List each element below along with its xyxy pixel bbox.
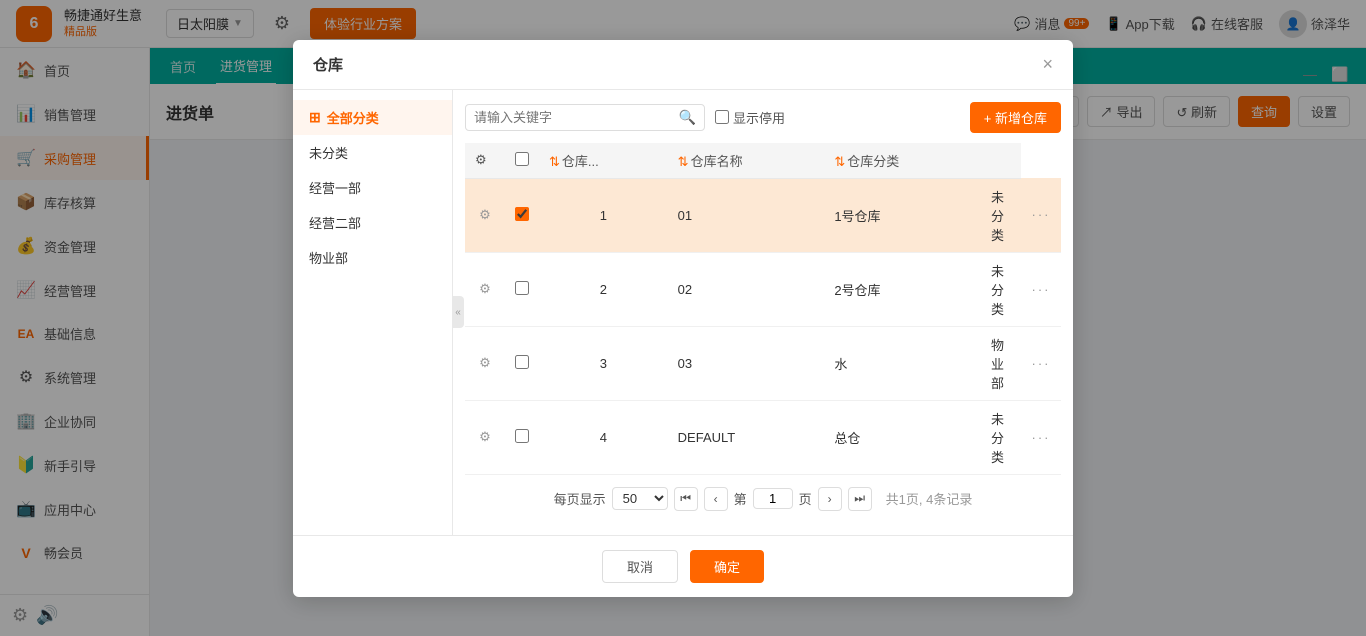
prev-page-button[interactable]: ‹	[704, 487, 728, 511]
category-collapse-button[interactable]: «	[452, 296, 464, 328]
row-category: 未分类	[981, 400, 1021, 474]
main-layout: 🏠 首页 📊 销售管理 🛒 采购管理 📦 库存核算 💰 资金管理 📈 经营管理 …	[0, 48, 1366, 636]
confirm-button[interactable]: 确定	[690, 550, 764, 583]
col-check-header	[505, 143, 539, 179]
table-area: 🔍 显示停用 + 新增仓库 ⚙	[453, 90, 1073, 535]
category-property[interactable]: 物业部	[293, 240, 452, 275]
page-label: 第	[734, 489, 747, 508]
row-code: 02	[668, 252, 825, 326]
table-row[interactable]: ⚙ 4 DEFAULT 总仓 未分类 ···	[465, 400, 1061, 474]
modal-header: 仓库 ×	[293, 48, 1073, 90]
row-actions[interactable]: ···	[1021, 178, 1061, 252]
row-checkbox-cell	[505, 178, 539, 252]
search-icon[interactable]: 🔍	[679, 109, 696, 126]
table-row[interactable]: ⚙ 1 01 1号仓库 未分类 ···	[465, 178, 1061, 252]
add-warehouse-button[interactable]: + 新增仓库	[970, 102, 1061, 133]
row-checkbox[interactable]	[515, 281, 529, 295]
col-category-header: ⇅仓库分类	[824, 143, 981, 179]
per-page-select[interactable]: 50 20 100	[612, 487, 668, 510]
per-page-label: 每页显示	[554, 489, 606, 508]
row-actions[interactable]: ···	[1021, 252, 1061, 326]
category-dept1[interactable]: 经营一部	[293, 170, 452, 205]
modal-close-button[interactable]: ×	[1042, 54, 1053, 75]
col-name-header: ⇅仓库名称	[668, 143, 825, 179]
modal-title: 仓库	[313, 54, 343, 75]
page-number-input[interactable]	[753, 488, 793, 509]
col-gear-header: ⚙	[465, 143, 505, 179]
show-disabled-checkbox[interactable]	[715, 110, 729, 124]
row-code: 01	[668, 178, 825, 252]
row-name: 1号仓库	[824, 178, 981, 252]
table-toolbar: 🔍 显示停用 + 新增仓库	[465, 102, 1061, 133]
search-box: 🔍	[465, 104, 705, 131]
modal-footer: 取消 确定	[293, 535, 1073, 597]
row-checkbox[interactable]	[515, 207, 529, 221]
category-sidebar: ⊞ 全部分类 未分类 经营一部 经营二部 物业部	[293, 90, 453, 535]
page-unit: 页	[799, 489, 812, 508]
row-index: 4	[539, 400, 668, 474]
row-checkbox-cell	[505, 326, 539, 400]
row-category: 未分类	[981, 178, 1021, 252]
next-page-button[interactable]: ›	[818, 487, 842, 511]
row-actions[interactable]: ···	[1021, 400, 1061, 474]
page-total-info: 共1页, 4条记录	[886, 489, 973, 508]
row-index: 3	[539, 326, 668, 400]
last-page-button[interactable]: ⏭	[848, 487, 872, 511]
warehouse-table: ⚙ ⇅仓库... ⇅仓库名称 ⇅仓库分类 ⚙	[465, 143, 1061, 475]
select-all-checkbox[interactable]	[515, 152, 529, 166]
first-page-button[interactable]: ⏮	[674, 487, 698, 511]
cancel-button[interactable]: 取消	[602, 550, 678, 583]
row-code: DEFAULT	[668, 400, 825, 474]
row-actions[interactable]: ···	[1021, 326, 1061, 400]
category-dept2[interactable]: 经营二部	[293, 205, 452, 240]
row-checkbox-cell	[505, 252, 539, 326]
row-name: 总仓	[824, 400, 981, 474]
pagination: 每页显示 50 20 100 ⏮ ‹ 第 页 ›	[465, 475, 1061, 523]
row-index: 2	[539, 252, 668, 326]
modal-overlay: 仓库 × ⊞ 全部分类 未分类 经营一	[150, 48, 1366, 636]
table-row[interactable]: ⚙ 3 03 水 物业部 ···	[465, 326, 1061, 400]
row-name: 水	[824, 326, 981, 400]
category-uncategorized[interactable]: 未分类	[293, 135, 452, 170]
row-gear[interactable]: ⚙	[465, 326, 505, 400]
search-input[interactable]	[474, 110, 673, 125]
row-category: 物业部	[981, 326, 1021, 400]
row-name: 2号仓库	[824, 252, 981, 326]
row-category: 未分类	[981, 252, 1021, 326]
modal-body: ⊞ 全部分类 未分类 经营一部 经营二部 物业部	[293, 90, 1073, 535]
show-disabled-toggle[interactable]: 显示停用	[715, 108, 785, 127]
grid-icon: ⊞	[309, 109, 321, 126]
row-checkbox[interactable]	[515, 429, 529, 443]
row-index: 1	[539, 178, 668, 252]
warehouse-modal: 仓库 × ⊞ 全部分类 未分类 经营一	[293, 48, 1073, 597]
row-gear[interactable]: ⚙	[465, 252, 505, 326]
category-all[interactable]: ⊞ 全部分类	[293, 100, 452, 135]
table-row[interactable]: ⚙ 2 02 2号仓库 未分类 ···	[465, 252, 1061, 326]
row-code: 03	[668, 326, 825, 400]
col-code-header: ⇅仓库...	[539, 143, 668, 179]
row-checkbox-cell	[505, 400, 539, 474]
row-gear[interactable]: ⚙	[465, 178, 505, 252]
row-gear[interactable]: ⚙	[465, 400, 505, 474]
main-content: 首页 进货管理 — ⬜ 进货单 🖨 打印 ↗ 导出 ↺ 刷新 查询 设置	[150, 48, 1366, 636]
row-checkbox[interactable]	[515, 355, 529, 369]
col-actions-header	[981, 143, 1021, 179]
